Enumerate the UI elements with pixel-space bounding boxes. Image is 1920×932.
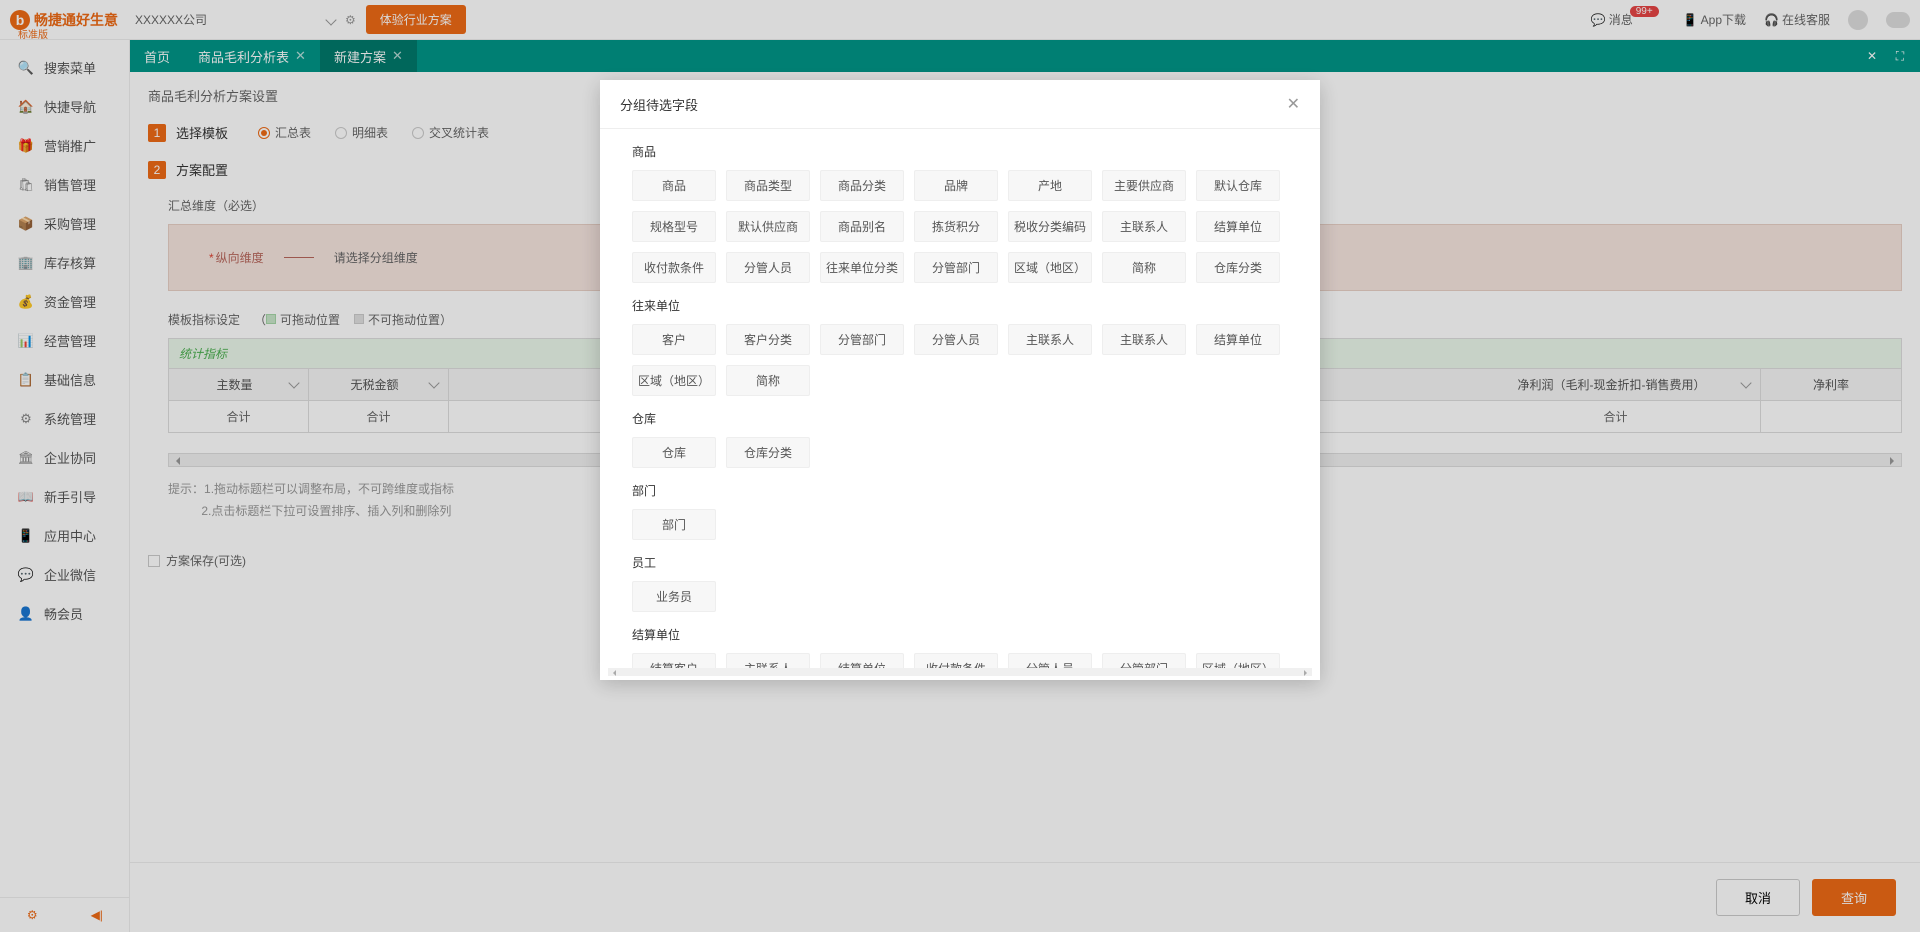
field-group-3: 部门部门 xyxy=(632,482,1288,540)
field-tag[interactable]: 品牌 xyxy=(914,170,998,201)
field-group-5: 结算单位结算客户主联系人结算单位收付款条件分管人员分管部门区域（地区）简称 xyxy=(632,626,1288,668)
field-tag[interactable]: 收付款条件 xyxy=(914,653,998,668)
field-tag[interactable]: 收付款条件 xyxy=(632,252,716,283)
field-tag[interactable]: 客户分类 xyxy=(726,324,810,355)
field-tag[interactable]: 商品类型 xyxy=(726,170,810,201)
field-tag[interactable]: 客户 xyxy=(632,324,716,355)
field-tag[interactable]: 主联系人 xyxy=(1008,324,1092,355)
field-tag[interactable]: 拣货积分 xyxy=(914,211,998,242)
field-tag[interactable]: 商品 xyxy=(632,170,716,201)
field-tag[interactable]: 分管部门 xyxy=(1102,653,1186,668)
field-group-0: 商品商品商品类型商品分类品牌产地主要供应商默认仓库规格型号默认供应商商品别名拣货… xyxy=(632,143,1288,283)
field-tag[interactable]: 主联系人 xyxy=(1102,211,1186,242)
field-tag[interactable]: 区域（地区） xyxy=(632,365,716,396)
field-tag[interactable]: 商品别名 xyxy=(820,211,904,242)
field-group-title: 结算单位 xyxy=(632,626,1288,643)
field-tag[interactable]: 结算单位 xyxy=(820,653,904,668)
field-tag[interactable]: 默认供应商 xyxy=(726,211,810,242)
modal-overlay: 分组待选字段 ✕ 商品商品商品类型商品分类品牌产地主要供应商默认仓库规格型号默认… xyxy=(0,0,1920,932)
field-tag[interactable]: 主联系人 xyxy=(1102,324,1186,355)
field-group-1: 往来单位客户客户分类分管部门分管人员主联系人主联系人结算单位区域（地区）简称 xyxy=(632,297,1288,396)
field-tag[interactable]: 默认仓库 xyxy=(1196,170,1280,201)
modal-title: 分组待选字段 xyxy=(620,95,698,114)
modal-body: 商品商品商品类型商品分类品牌产地主要供应商默认仓库规格型号默认供应商商品别名拣货… xyxy=(600,129,1320,668)
close-icon[interactable]: ✕ xyxy=(1287,94,1300,114)
field-tag[interactable]: 业务员 xyxy=(632,581,716,612)
modal-horizontal-scrollbar[interactable] xyxy=(608,668,1312,676)
modal-header: 分组待选字段 ✕ xyxy=(600,80,1320,129)
field-tag[interactable]: 税收分类编码 xyxy=(1008,211,1092,242)
field-tag[interactable]: 区域（地区） xyxy=(1008,252,1092,283)
field-tag[interactable]: 产地 xyxy=(1008,170,1092,201)
field-tag[interactable]: 结算客户 xyxy=(632,653,716,668)
field-group-title: 部门 xyxy=(632,482,1288,499)
field-tag[interactable]: 简称 xyxy=(1102,252,1186,283)
field-tag[interactable]: 分管人员 xyxy=(914,324,998,355)
field-tag[interactable]: 结算单位 xyxy=(1196,211,1280,242)
field-group-title: 员工 xyxy=(632,554,1288,571)
field-group-2: 仓库仓库仓库分类 xyxy=(632,410,1288,468)
field-tag[interactable]: 结算单位 xyxy=(1196,324,1280,355)
field-group-4: 员工业务员 xyxy=(632,554,1288,612)
field-tag[interactable]: 商品分类 xyxy=(820,170,904,201)
field-tag[interactable]: 仓库分类 xyxy=(1196,252,1280,283)
field-tag[interactable]: 主联系人 xyxy=(726,653,810,668)
field-tag[interactable]: 分管部门 xyxy=(820,324,904,355)
field-tag[interactable]: 部门 xyxy=(632,509,716,540)
field-tag[interactable]: 往来单位分类 xyxy=(820,252,904,283)
field-tag[interactable]: 主要供应商 xyxy=(1102,170,1186,201)
field-group-title: 商品 xyxy=(632,143,1288,160)
field-tag[interactable]: 分管人员 xyxy=(1008,653,1092,668)
field-tag[interactable]: 分管部门 xyxy=(914,252,998,283)
field-group-title: 往来单位 xyxy=(632,297,1288,314)
field-tag[interactable]: 仓库分类 xyxy=(726,437,810,468)
field-tag[interactable]: 分管人员 xyxy=(726,252,810,283)
modal: 分组待选字段 ✕ 商品商品商品类型商品分类品牌产地主要供应商默认仓库规格型号默认… xyxy=(600,80,1320,680)
field-group-title: 仓库 xyxy=(632,410,1288,427)
field-tag[interactable]: 仓库 xyxy=(632,437,716,468)
field-tag[interactable]: 区域（地区） xyxy=(1196,653,1280,668)
field-tag[interactable]: 规格型号 xyxy=(632,211,716,242)
field-tag[interactable]: 简称 xyxy=(726,365,810,396)
